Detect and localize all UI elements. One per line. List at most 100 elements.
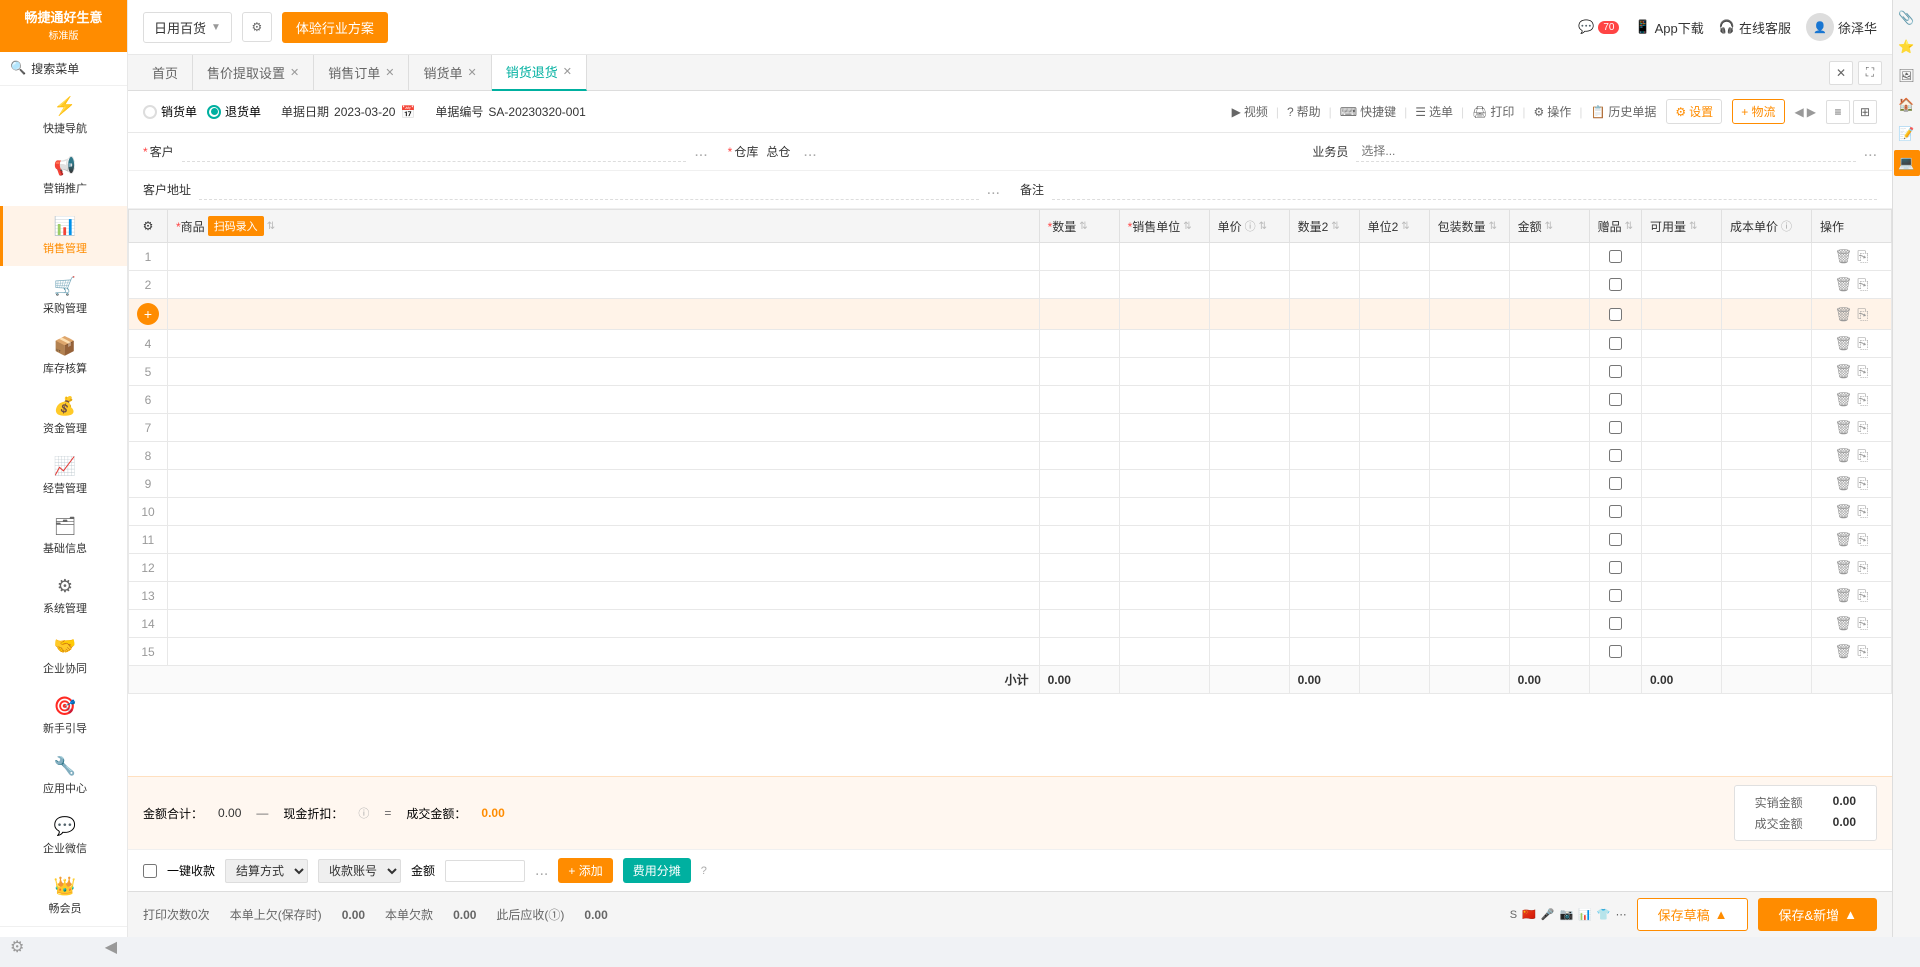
staff-dots[interactable]: ... [1864,143,1877,161]
experience-button[interactable]: 体验行业方案 [282,12,388,43]
goods-cell-1[interactable] [168,243,1040,271]
sidebar-item-enterprise[interactable]: 🤝 企业协同 [0,626,127,686]
copy-row-5-icon[interactable]: ⎘ [1857,363,1868,380]
sidebar-item-sales[interactable]: 📊 销售管理 [0,206,127,266]
copy-row-active-icon[interactable]: ⎘ [1857,306,1868,323]
settlement-method-select[interactable]: 结算方式 [225,859,308,883]
sidebar-item-guide[interactable]: 🎯 新手引导 [0,686,127,746]
qty-sort-icon[interactable]: ⇅ [1079,221,1087,232]
print-btn[interactable]: 🖨 打印 [1472,103,1514,120]
nav-prev-icon[interactable]: ◀ [1795,105,1804,119]
sidebar-item-finance[interactable]: 💰 资金管理 [0,386,127,446]
goods-input-1[interactable] [176,250,1031,264]
gift-checkbox-4[interactable] [1609,337,1622,350]
fee-split-button[interactable]: 费用分摊 [623,858,691,883]
sidebar-item-basic[interactable]: 🗂 基础信息 [0,506,127,566]
sidebar-item-system[interactable]: ⚙ 系统管理 [0,566,127,626]
sidebar-item-shortcut[interactable]: ⚡ 快捷导航 [0,86,127,146]
payment-amount-input[interactable] [445,860,525,882]
notification-action[interactable]: 💬 70 [1578,19,1619,35]
online-service-action[interactable]: 🎧 在线客服 [1719,18,1791,37]
operate-btn[interactable]: ⚙ 操作 [1534,103,1572,120]
delete-row-6-icon[interactable]: 🗑 [1835,391,1853,408]
cost-price-info-icon[interactable]: ⓘ [1781,218,1792,234]
tab-sales-return-close[interactable]: ✕ [563,65,572,78]
delete-row-13-icon[interactable]: 🗑 [1835,587,1853,604]
unit-price-info-icon[interactable]: ⓘ [1245,218,1256,234]
goods-input-active[interactable] [176,307,1031,321]
right-toolbar-icon-1[interactable]: 📎 [1894,5,1920,31]
add-payment-button[interactable]: + 添加 [558,858,612,883]
delete-row-11-icon[interactable]: 🗑 [1835,531,1853,548]
warehouse-dots[interactable]: ... [803,143,816,161]
pack-qty-sort-icon[interactable]: ⇅ [1489,221,1497,232]
nav-next-icon[interactable]: ▶ [1807,105,1816,119]
delete-row-4-icon[interactable]: 🗑 [1835,335,1853,352]
sidebar-item-apps[interactable]: 🔧 应用中心 [0,746,127,806]
gift-checkbox-10[interactable] [1609,505,1622,518]
tab-sales-order[interactable]: 销售订单 ✕ [314,55,409,91]
sidebar-item-purchase[interactable]: 🛒 采购管理 [0,266,127,326]
payment-dots[interactable]: ... [535,862,548,880]
right-toolbar-icon-3[interactable]: 🖼 [1894,63,1920,89]
app-download-action[interactable]: 📱 App下载 [1634,18,1703,37]
goods-sort-icon[interactable]: ⇅ [267,221,275,232]
th-gear[interactable]: ⚙ [129,210,168,243]
address-input[interactable] [199,179,979,200]
gift-checkbox-6[interactable] [1609,393,1622,406]
copy-row-8-icon[interactable]: ⎘ [1857,447,1868,464]
scan-button[interactable]: 扫码录入 [208,216,264,236]
copy-row-12-icon[interactable]: ⎘ [1857,559,1868,576]
sidebar-item-inventory[interactable]: 📦 库存核算 [0,326,127,386]
customer-input[interactable] [182,141,687,162]
copy-row-10-icon[interactable]: ⎘ [1857,503,1868,520]
delete-row-2-icon[interactable]: 🗑 [1835,276,1853,293]
tab-price-setting-close[interactable]: ✕ [290,66,299,79]
delete-row-15-icon[interactable]: 🗑 [1835,643,1853,660]
copy-row-1-icon[interactable]: ⎘ [1857,248,1868,265]
amount-sort-icon[interactable]: ⇅ [1545,221,1553,232]
available-sort-icon[interactable]: ⇅ [1689,221,1697,232]
tab-sales-order-close[interactable]: ✕ [385,66,394,79]
right-toolbar-icon-6[interactable]: 💻 [1894,150,1920,176]
delete-row-5-icon[interactable]: 🗑 [1835,363,1853,380]
header-settings-button[interactable]: ⚙ [242,12,272,42]
copy-row-11-icon[interactable]: ⎘ [1857,531,1868,548]
sale-unit-sort-icon[interactable]: ⇅ [1183,221,1191,232]
delete-row-12-icon[interactable]: 🗑 [1835,559,1853,576]
copy-row-14-icon[interactable]: ⎘ [1857,615,1868,632]
gift-checkbox-1[interactable] [1609,250,1622,263]
gift-checkbox-15[interactable] [1609,645,1622,658]
shortcut-key-btn[interactable]: ⌨ 快捷键 [1340,103,1396,120]
sidebar-item-member[interactable]: 👑 畅会员 [0,866,127,926]
account-select[interactable]: 收款账号 账号 [318,859,401,883]
gift-checkbox-8[interactable] [1609,449,1622,462]
sidebar-collapse-icon[interactable]: ◀ [105,937,117,957]
settings-button[interactable]: ⚙ 设置 [1666,99,1722,124]
delete-row-14-icon[interactable]: 🗑 [1835,615,1853,632]
calendar-icon[interactable]: 📅 [400,105,415,119]
user-profile[interactable]: 👤 徐泽华 [1806,13,1877,41]
copy-row-4-icon[interactable]: ⎘ [1857,335,1868,352]
delete-row-9-icon[interactable]: 🗑 [1835,475,1853,492]
gift-checkbox-13[interactable] [1609,589,1622,602]
tab-sales-return[interactable]: 销货退货 ✕ [492,55,587,91]
history-btn[interactable]: 📋 历史单据 [1590,103,1656,120]
video-btn[interactable]: ▶ 视频 [1232,103,1268,120]
address-dots[interactable]: ... [987,181,1000,199]
gift-checkbox-11[interactable] [1609,533,1622,546]
staff-input[interactable] [1356,141,1855,162]
layout-list-button[interactable]: ≡ [1826,100,1850,124]
delete-row-active-icon[interactable]: 🗑 [1835,306,1853,323]
copy-row-2-icon[interactable]: ⎘ [1857,276,1868,293]
gift-sort-icon[interactable]: ⇅ [1625,221,1633,232]
unit-price-sort-icon[interactable]: ⇅ [1259,221,1267,232]
tab-home[interactable]: 首页 [138,55,193,91]
right-toolbar-icon-2[interactable]: ⭐ [1894,34,1920,60]
radio-return[interactable]: 退货单 [207,103,261,120]
fee-info-icon[interactable]: ? [701,865,707,877]
customer-dots[interactable]: ... [694,143,707,161]
sidebar-search[interactable]: 🔍 搜索菜单 [0,52,127,86]
copy-row-9-icon[interactable]: ⎘ [1857,475,1868,492]
sidebar-item-wechat[interactable]: 💬 企业微信 [0,806,127,866]
